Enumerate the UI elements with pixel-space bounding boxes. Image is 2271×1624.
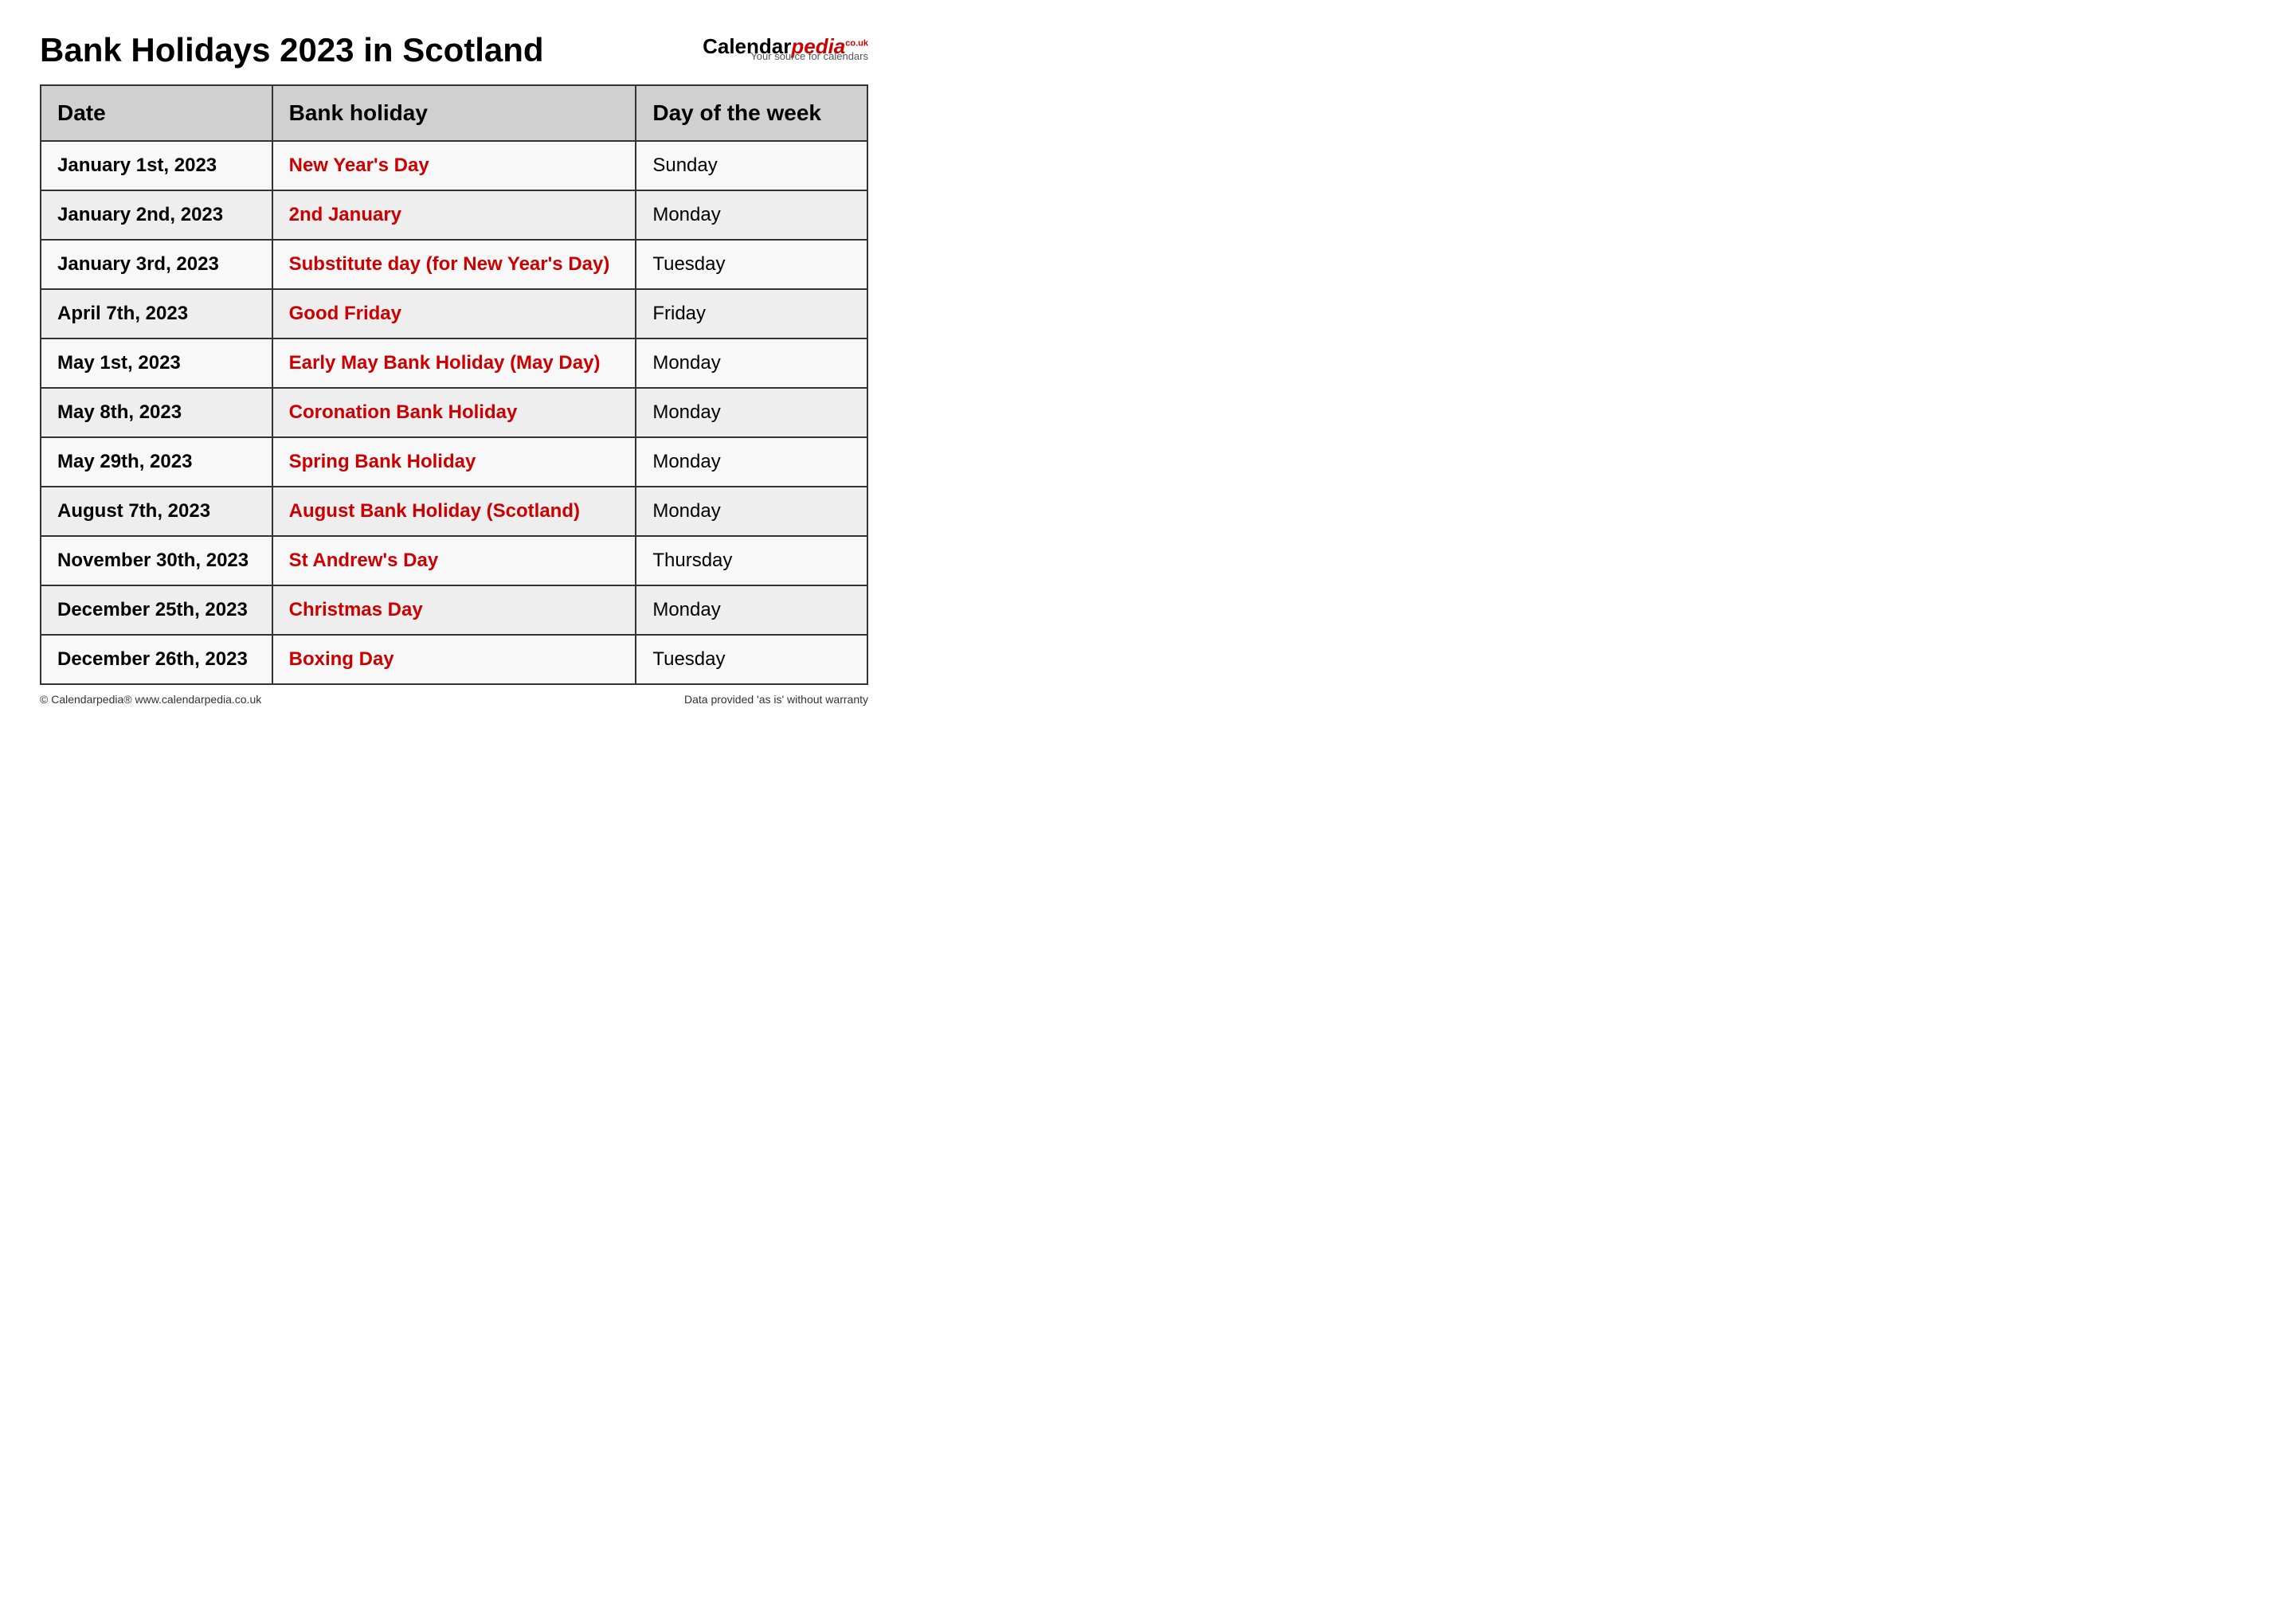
cell-day: Sunday xyxy=(636,141,867,190)
cell-holiday: August Bank Holiday (Scotland) xyxy=(272,487,636,536)
table-row: January 2nd, 20232nd JanuaryMonday xyxy=(41,190,867,240)
cell-day: Monday xyxy=(636,338,867,388)
cell-date: May 29th, 2023 xyxy=(41,437,272,487)
footer-disclaimer: Data provided 'as is' without warranty xyxy=(684,693,868,706)
cell-date: November 30th, 2023 xyxy=(41,536,272,585)
table-header-row: Date Bank holiday Day of the week xyxy=(41,85,867,141)
table-row: April 7th, 2023Good FridayFriday xyxy=(41,289,867,338)
cell-holiday: New Year's Day xyxy=(272,141,636,190)
cell-day: Thursday xyxy=(636,536,867,585)
logo-couk: co.uk xyxy=(845,38,868,48)
col-header-holiday: Bank holiday xyxy=(272,85,636,141)
table-row: August 7th, 2023August Bank Holiday (Sco… xyxy=(41,487,867,536)
cell-date: May 8th, 2023 xyxy=(41,388,272,437)
cell-date: August 7th, 2023 xyxy=(41,487,272,536)
cell-holiday: Boxing Day xyxy=(272,635,636,684)
table-row: May 1st, 2023Early May Bank Holiday (May… xyxy=(41,338,867,388)
cell-day: Monday xyxy=(636,388,867,437)
footer-copyright: © Calendarpedia® www.calendarpedia.co.uk xyxy=(40,693,261,706)
cell-holiday: 2nd January xyxy=(272,190,636,240)
table-row: May 29th, 2023Spring Bank HolidayMonday xyxy=(41,437,867,487)
cell-holiday: Coronation Bank Holiday xyxy=(272,388,636,437)
table-row: November 30th, 2023St Andrew's DayThursd… xyxy=(41,536,867,585)
cell-holiday: Christmas Day xyxy=(272,585,636,635)
table-row: January 1st, 2023New Year's DaySunday xyxy=(41,141,867,190)
page-title: Bank Holidays 2023 in Scotland xyxy=(40,32,544,68)
cell-date: April 7th, 2023 xyxy=(41,289,272,338)
cell-holiday: Early May Bank Holiday (May Day) xyxy=(272,338,636,388)
col-header-date: Date xyxy=(41,85,272,141)
cell-day: Friday xyxy=(636,289,867,338)
cell-date: January 2nd, 2023 xyxy=(41,190,272,240)
table-row: December 25th, 2023Christmas DayMonday xyxy=(41,585,867,635)
cell-day: Monday xyxy=(636,437,867,487)
cell-date: December 25th, 2023 xyxy=(41,585,272,635)
cell-day: Monday xyxy=(636,190,867,240)
cell-date: December 26th, 2023 xyxy=(41,635,272,684)
holidays-table: Date Bank holiday Day of the week Januar… xyxy=(40,84,868,685)
table-row: December 26th, 2023Boxing DayTuesday xyxy=(41,635,867,684)
cell-date: January 1st, 2023 xyxy=(41,141,272,190)
cell-holiday: Spring Bank Holiday xyxy=(272,437,636,487)
col-header-day: Day of the week xyxy=(636,85,867,141)
cell-holiday: Good Friday xyxy=(272,289,636,338)
cell-holiday: Substitute day (for New Year's Day) xyxy=(272,240,636,289)
table-row: May 8th, 2023Coronation Bank HolidayMond… xyxy=(41,388,867,437)
cell-date: May 1st, 2023 xyxy=(41,338,272,388)
cell-day: Tuesday xyxy=(636,240,867,289)
page-footer: © Calendarpedia® www.calendarpedia.co.uk… xyxy=(40,693,868,706)
cell-day: Monday xyxy=(636,585,867,635)
cell-date: January 3rd, 2023 xyxy=(41,240,272,289)
cell-holiday: St Andrew's Day xyxy=(272,536,636,585)
table-row: January 3rd, 2023Substitute day (for New… xyxy=(41,240,867,289)
cell-day: Tuesday xyxy=(636,635,867,684)
logo-tagline: Your source for calendars xyxy=(750,50,868,62)
cell-day: Monday xyxy=(636,487,867,536)
page-header: Bank Holidays 2023 in Scotland Calendarp… xyxy=(40,32,868,68)
logo: Calendarpediaco.uk Your source for calen… xyxy=(703,36,868,62)
